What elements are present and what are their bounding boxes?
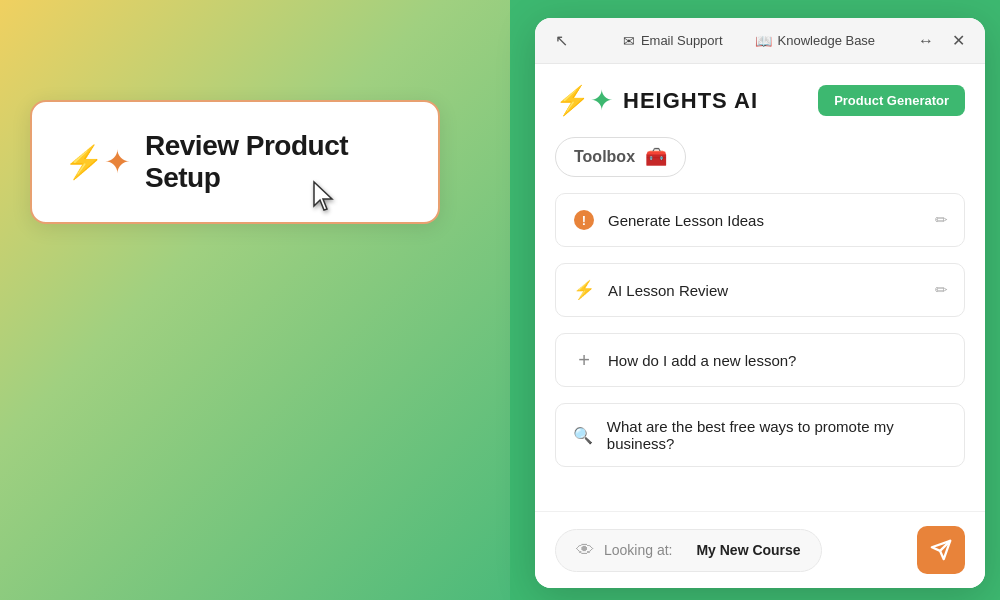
back-icon: ↖ bbox=[555, 31, 568, 50]
toolbox-pill[interactable]: Toolbox 🧰 bbox=[555, 137, 965, 177]
tool-item-left-4: 🔍 What are the best free ways to promote… bbox=[572, 418, 948, 452]
background-gradient bbox=[0, 0, 510, 600]
tool-item-left: ! Generate Lesson Ideas bbox=[572, 208, 764, 232]
review-product-setup-card[interactable]: ⚡✦ Review Product Setup bbox=[30, 100, 440, 224]
expand-button[interactable]: ↔ bbox=[914, 28, 938, 54]
panel-body: ⚡✦ HEIGHTS AI Product Generator Toolbox … bbox=[535, 64, 985, 511]
course-name: My New Course bbox=[696, 542, 800, 558]
review-card-title: Review Product Setup bbox=[145, 130, 406, 194]
svg-text:⚡: ⚡ bbox=[573, 279, 595, 301]
tool-generate-lesson-ideas[interactable]: ! Generate Lesson Ideas ✏ bbox=[555, 193, 965, 247]
knowledge-base-label: Knowledge Base bbox=[778, 33, 876, 48]
generate-lesson-edit-icon[interactable]: ✏ bbox=[935, 211, 948, 229]
tool-ai-lesson-review[interactable]: ⚡ AI Lesson Review ✏ bbox=[555, 263, 965, 317]
product-generator-button[interactable]: Product Generator bbox=[818, 85, 965, 116]
topbar-actions: ↔ ✕ bbox=[914, 27, 969, 54]
send-button[interactable] bbox=[917, 526, 965, 574]
book-icon: 📖 bbox=[755, 33, 772, 49]
email-support-nav[interactable]: ✉ Email Support bbox=[609, 27, 737, 55]
brand-logo: ⚡✦ HEIGHTS AI bbox=[555, 84, 758, 117]
ai-panel: ↖ ✉ Email Support 📖 Knowledge Base ↔ ✕ bbox=[535, 18, 985, 588]
tool-item-left-2: ⚡ AI Lesson Review bbox=[572, 278, 728, 302]
add-lesson-label: How do I add a new lesson? bbox=[608, 352, 796, 369]
close-button[interactable]: ✕ bbox=[948, 27, 969, 54]
brand-icon: ⚡✦ bbox=[555, 84, 613, 117]
mouse-cursor bbox=[310, 180, 338, 212]
search-icon: 🔍 bbox=[572, 423, 595, 447]
tool-promote-business[interactable]: 🔍 What are the best free ways to promote… bbox=[555, 403, 965, 467]
close-icon: ✕ bbox=[952, 31, 965, 50]
ai-lesson-label: AI Lesson Review bbox=[608, 282, 728, 299]
tool-item-left-3: + How do I add a new lesson? bbox=[572, 348, 796, 372]
brand-header: ⚡✦ HEIGHTS AI Product Generator bbox=[555, 84, 965, 117]
promote-business-label: What are the best free ways to promote m… bbox=[607, 418, 948, 452]
looking-at-label: Looking at: bbox=[604, 542, 673, 558]
review-card-icon: ⚡✦ bbox=[64, 143, 131, 181]
expand-icon: ↔ bbox=[918, 32, 934, 50]
knowledge-base-nav[interactable]: 📖 Knowledge Base bbox=[741, 27, 890, 55]
tool-add-new-lesson[interactable]: + How do I add a new lesson? bbox=[555, 333, 965, 387]
looking-at-pill: 👁 Looking at: My New Course bbox=[555, 529, 822, 572]
panel-bottom: 👁 Looking at: My New Course bbox=[535, 511, 985, 588]
topbar-nav: ✉ Email Support 📖 Knowledge Base bbox=[584, 27, 914, 55]
ai-lesson-icon: ⚡ bbox=[572, 278, 596, 302]
eye-icon: 👁 bbox=[576, 540, 594, 561]
generate-lesson-label: Generate Lesson Ideas bbox=[608, 212, 764, 229]
email-icon: ✉ bbox=[623, 33, 635, 49]
email-support-label: Email Support bbox=[641, 33, 723, 48]
generate-lesson-icon: ! bbox=[572, 208, 596, 232]
panel-topbar: ↖ ✉ Email Support 📖 Knowledge Base ↔ ✕ bbox=[535, 18, 985, 64]
toolbox-icon: 🧰 bbox=[645, 146, 667, 168]
add-lesson-icon: + bbox=[572, 348, 596, 372]
brand-name: HEIGHTS AI bbox=[623, 88, 758, 114]
toolbox-label: Toolbox bbox=[574, 148, 635, 166]
svg-text:!: ! bbox=[582, 213, 586, 228]
back-button[interactable]: ↖ bbox=[551, 27, 572, 54]
ai-lesson-edit-icon[interactable]: ✏ bbox=[935, 281, 948, 299]
